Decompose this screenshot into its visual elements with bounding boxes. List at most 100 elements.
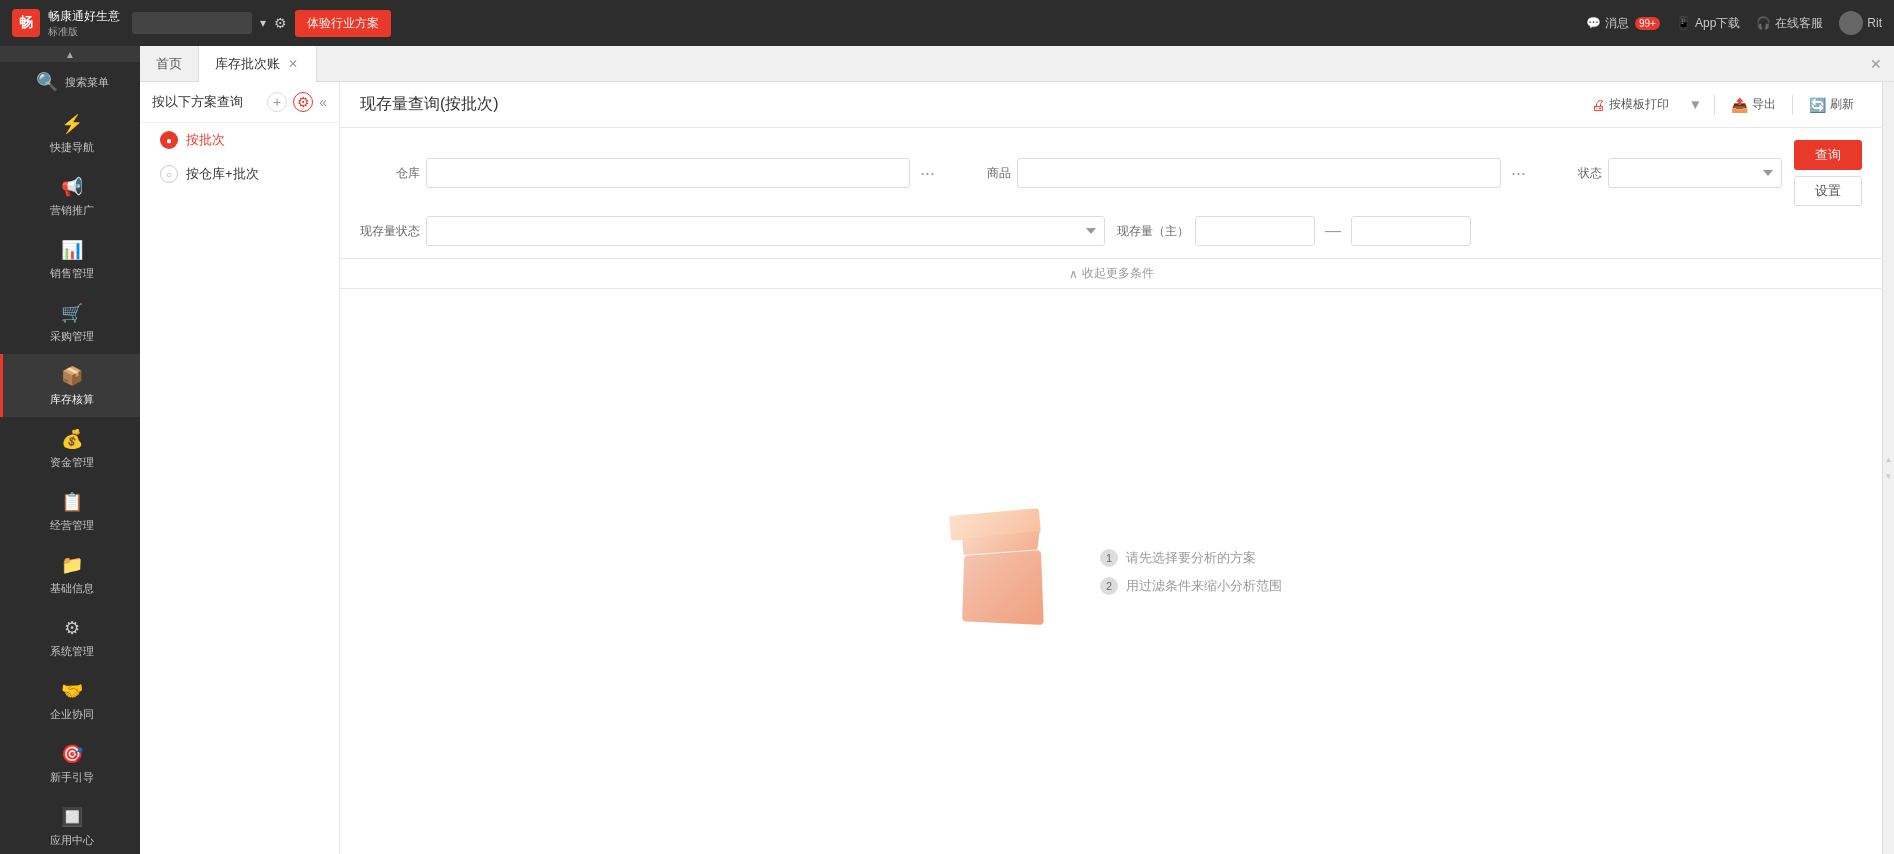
inventory-status-field: 现存量状态 [360,216,1105,246]
inventory-qty-field: 现存量（主） — [1117,216,1862,246]
search-row-1: 仓库 ··· 商品 ··· 状态 [360,140,1862,206]
app-center-icon: 🔲 [60,805,84,829]
refresh-icon: 🔄 [1809,97,1826,113]
product-input[interactable] [1017,158,1501,188]
sidebar-label-finance: 资金管理 [50,455,94,470]
sidebar-label-inventory: 库存核算 [50,392,94,407]
filter-item-batch[interactable]: ● 按批次 [140,123,339,157]
topbar-dropdown-btn[interactable]: ▾ [260,16,266,30]
search-row-2: 现存量状态 现存量（主） — [360,216,1862,246]
tab-inventory-batch[interactable]: 库存批次账 ✕ [199,46,317,82]
filter-panel: 按以下方案查询 + ⚙ « ● 按批次 ○ 按仓库+批次 [140,82,340,854]
user-avatar-btn[interactable]: Rit [1839,11,1882,35]
inventory-qty-label: 现存量（主） [1117,223,1189,240]
collapse-more-btn[interactable]: ∧ 收起更多条件 [340,259,1882,289]
hint-text-2: 用过滤条件来缩小分析范围 [1126,577,1282,595]
print-btn[interactable]: 🖨 按模板打印 [1583,92,1677,117]
sidebar-item-inventory[interactable]: 📦 库存核算 [0,354,140,417]
page-title: 现存量查询(按批次) [360,94,1583,115]
tab-panel-close-btn[interactable]: ✕ [1858,46,1894,82]
sidebar-label-operation: 经营管理 [50,518,94,533]
main-layout: ▲ 🔍 搜索菜单 ⚡ 快捷导航 📢 营销推广 📊 销售管理 🛒 采购管理 📦 库… [0,46,1894,854]
enterprise-icon: 🤝 [60,679,84,703]
sidebar-item-sales[interactable]: 📊 销售管理 [0,228,140,291]
batch-icon: ● [160,131,178,149]
search-form: 仓库 ··· 商品 ··· 状态 [340,128,1882,259]
tab-home[interactable]: 首页 [140,46,199,82]
sidebar-label-search: 搜索菜单 [65,75,109,90]
status-label: 状态 [1542,165,1602,182]
avatar [1839,11,1863,35]
sidebar-item-finance[interactable]: 💰 资金管理 [0,417,140,480]
page-header: 现存量查询(按批次) 🖨 按模板打印 ▼ 📤 导出 [340,82,1882,128]
refresh-btn[interactable]: 🔄 刷新 [1801,92,1862,117]
sidebar-label-marketing: 营销推广 [50,203,94,218]
hint-item-2: 2 用过滤条件来缩小分析范围 [1100,577,1282,595]
product-more-btn[interactable]: ··· [1507,163,1530,184]
topbar-search-input[interactable] [132,12,252,34]
marketing-icon: 📢 [60,175,84,199]
page-content: 按以下方案查询 + ⚙ « ● 按批次 ○ 按仓库+批次 [140,82,1894,854]
message-icon: 💬 [1586,16,1601,30]
inventory-status-label: 现存量状态 [360,223,420,240]
warehouse-more-btn[interactable]: ··· [916,163,939,184]
sidebar-scroll-up[interactable]: ▲ [0,46,140,62]
topbar-gear-btn[interactable]: ⚙ [274,15,287,31]
trial-btn[interactable]: 体验行业方案 [295,10,391,37]
filter-item-warehouse-batch[interactable]: ○ 按仓库+批次 [140,157,339,191]
search-icon: 🔍 [35,70,59,94]
sidebar-label-quick-nav: 快捷导航 [50,140,94,155]
warehouse-batch-icon: ○ [160,165,178,183]
messages-btn[interactable]: 💬 消息 99+ [1586,15,1660,32]
headset-icon: 🎧 [1756,16,1771,30]
empty-state: 1 请先选择要分析的方案 2 用过滤条件来缩小分析范围 [340,289,1882,854]
filter-panel-actions: + ⚙ « [267,92,327,112]
hint-text-1: 请先选择要分析的方案 [1126,549,1256,567]
sidebar-item-guide[interactable]: 🎯 新手引导 [0,732,140,795]
topbar: 畅 畅康通好生意 标准版 ▾ ⚙ 体验行业方案 💬 消息 99+ 📱 App下载… [0,0,1894,46]
filter-add-btn[interactable]: + [267,92,287,112]
basics-icon: 📁 [60,553,84,577]
warehouse-field: 仓库 ··· [360,158,939,188]
app-download-btn[interactable]: 📱 App下载 [1676,15,1740,32]
warehouse-input[interactable] [426,158,910,188]
tab-close-btn[interactable]: ✕ [286,57,300,71]
online-service-btn[interactable]: 🎧 在线客服 [1756,15,1823,32]
export-icon: 📤 [1731,97,1748,113]
sidebar-label-enterprise: 企业协同 [50,707,94,722]
status-select[interactable] [1608,158,1782,188]
print-icon: 🖨 [1591,97,1605,113]
sidebar-item-enterprise[interactable]: 🤝 企业协同 [0,669,140,732]
settings-btn[interactable]: 设置 [1794,176,1862,206]
sidebar-label-purchase: 采购管理 [50,329,94,344]
filter-settings-btn[interactable]: ⚙ [293,92,313,112]
sidebar-item-quick-nav[interactable]: ⚡ 快捷导航 [0,102,140,165]
warehouse-label: 仓库 [360,165,420,182]
sidebar-item-search[interactable]: 🔍 搜索菜单 [0,62,140,102]
empty-hints: 1 请先选择要分析的方案 2 用过滤条件来缩小分析范围 [1100,549,1282,595]
export-btn[interactable]: 📤 导出 [1723,92,1784,117]
hint-num-1: 1 [1100,549,1118,567]
hint-num-2: 2 [1100,577,1118,595]
sidebar-item-basics[interactable]: 📁 基础信息 [0,543,140,606]
sidebar-item-marketing[interactable]: 📢 营销推广 [0,165,140,228]
topbar-right: 💬 消息 99+ 📱 App下载 🎧 在线客服 Rit [1586,11,1882,35]
sidebar: ▲ 🔍 搜索菜单 ⚡ 快捷导航 📢 营销推广 📊 销售管理 🛒 采购管理 📦 库… [0,46,140,854]
app-name: 畅康通好生意 标准版 [48,8,120,39]
sidebar-item-purchase[interactable]: 🛒 采购管理 [0,291,140,354]
sales-icon: 📊 [60,238,84,262]
hint-item-1: 1 请先选择要分析的方案 [1100,549,1282,567]
sidebar-item-system[interactable]: ⚙ 系统管理 [0,606,140,669]
print-dropdown-btn[interactable]: ▼ [1685,95,1706,114]
sidebar-item-operation[interactable]: 📋 经营管理 [0,480,140,543]
filter-collapse-btn[interactable]: « [319,92,327,112]
query-area: 现存量查询(按批次) 🖨 按模板打印 ▼ 📤 导出 [340,82,1882,854]
sidebar-item-app-center[interactable]: 🔲 应用中心 [0,795,140,854]
inventory-qty-max[interactable] [1351,216,1471,246]
header-actions: 🖨 按模板打印 ▼ 📤 导出 🔄 刷新 [1583,92,1862,117]
query-btn[interactable]: 查询 [1794,140,1862,170]
empty-box [962,550,1044,625]
inventory-status-select[interactable] [426,216,1105,246]
finance-icon: 💰 [60,427,84,451]
inventory-qty-min[interactable] [1195,216,1315,246]
